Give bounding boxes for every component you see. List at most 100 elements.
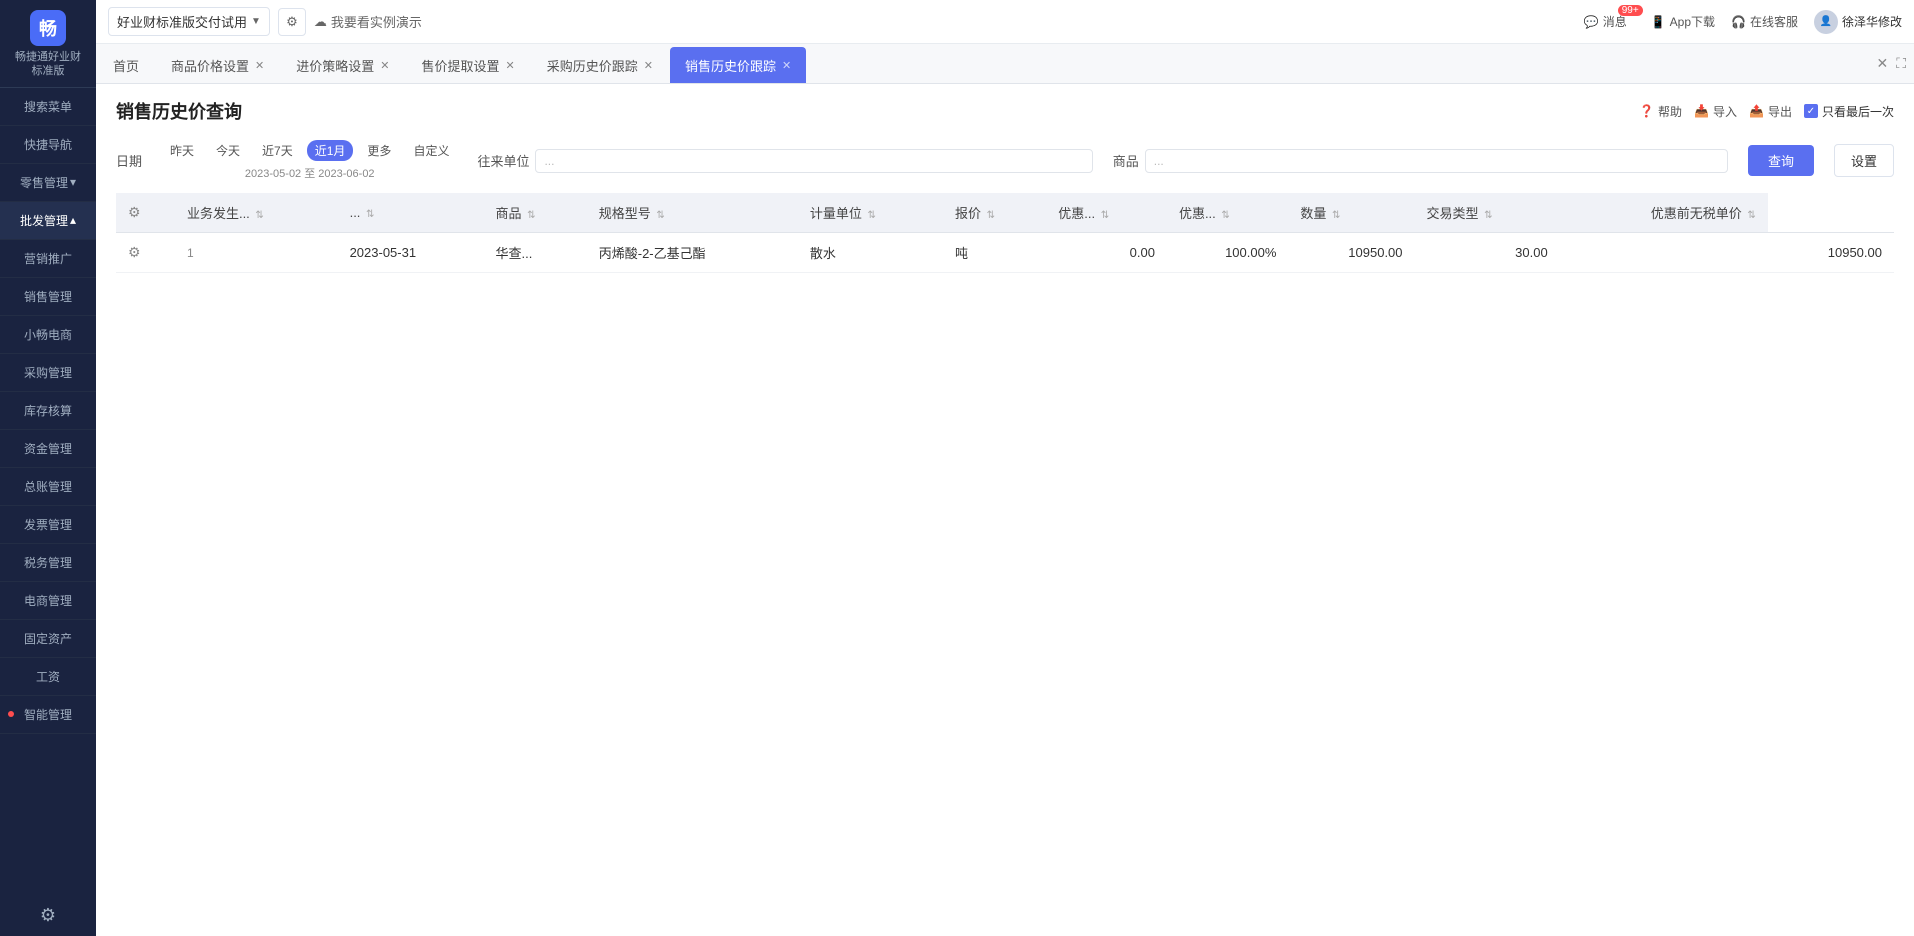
cell-price: 0.00: [1046, 233, 1167, 273]
tab-price-extract[interactable]: 售价提取设置 ✕: [406, 47, 529, 83]
help-icon: ❓: [1639, 104, 1654, 118]
demo-cloud-icon: ☁: [314, 14, 327, 30]
col-trade-type[interactable]: 交易类型 ⇅: [1415, 193, 1560, 233]
col-spec[interactable]: 规格型号 ⇅: [587, 193, 798, 233]
col-product[interactable]: 商品 ⇅: [484, 193, 587, 233]
date-pill-today[interactable]: 今天: [208, 140, 248, 161]
topbar-left: 好业财标准版交付试用 ▼ ⚙ ☁ 我要看实例演示: [108, 7, 1568, 36]
tab-home[interactable]: 首页: [98, 47, 154, 83]
expand-icon: ▾: [70, 175, 76, 189]
export-btn[interactable]: 📤 导出: [1749, 103, 1792, 120]
app-download-icon: 📱: [1651, 15, 1666, 29]
online-service-label: 在线客服: [1750, 13, 1798, 30]
tab-purchase-price[interactable]: 进价策略设置 ✕: [281, 47, 404, 83]
only-last-checkbox[interactable]: ✓ 只看最后一次: [1804, 103, 1894, 120]
message-badge: 99+: [1618, 5, 1643, 16]
date-pill-yesterday[interactable]: 昨天: [162, 140, 202, 161]
col-date[interactable]: 业务发生... ⇅: [175, 193, 338, 233]
product-filter: 商品 ...: [1113, 149, 1728, 173]
import-btn[interactable]: 📥 导入: [1694, 103, 1737, 120]
tab-purchase-price-close[interactable]: ✕: [380, 59, 389, 72]
tab-purchase-price-label: 进价策略设置: [296, 56, 374, 75]
sidebar-item-ecommerce[interactable]: 小畅电商: [0, 316, 96, 354]
tab-price-extract-close[interactable]: ✕: [506, 59, 515, 72]
app-download-btn[interactable]: 📱 App下载: [1651, 13, 1715, 30]
col-discount1[interactable]: 优惠... ⇅: [1046, 193, 1167, 233]
customer-input-group[interactable]: ...: [535, 149, 1092, 173]
cell-num: 1: [175, 233, 338, 273]
date-pill-more[interactable]: 更多: [359, 140, 399, 161]
message-btn[interactable]: 💬 消息 99+: [1576, 13, 1635, 30]
sort-arrows-trade-type: ⇅: [1484, 210, 1492, 221]
expand-icon: ▴: [70, 213, 76, 227]
sidebar-item-inventory[interactable]: 库存核算: [0, 392, 96, 430]
sidebar-item-sales-mgmt[interactable]: 销售管理: [0, 278, 96, 316]
col-pretax-price[interactable]: 优惠前无税单价 ⇅: [1560, 193, 1768, 233]
topbar-settings-btn[interactable]: ⚙: [278, 8, 306, 36]
tab-home-label: 首页: [113, 56, 139, 75]
sidebar-item-finance[interactable]: 资金管理: [0, 430, 96, 468]
module-selector[interactable]: 好业财标准版交付试用 ▼: [108, 7, 270, 36]
cell-extra: 华查...: [484, 233, 587, 273]
tab-product-price[interactable]: 商品价格设置 ✕: [156, 47, 279, 83]
sidebar-item-retail-mgmt[interactable]: 零售管理 ▾: [0, 164, 96, 202]
demo-link[interactable]: ☁ 我要看实例演示: [314, 12, 422, 31]
sidebar-item-purchase-mgmt[interactable]: 采购管理: [0, 354, 96, 392]
only-last-label: 只看最后一次: [1822, 103, 1894, 120]
tab-sales-history[interactable]: 销售历史价跟踪 ✕: [670, 47, 806, 83]
sidebar-item-invoice[interactable]: 发票管理: [0, 506, 96, 544]
sidebar-item-tax[interactable]: 税务管理: [0, 544, 96, 582]
sidebar-bottom: ⚙: [0, 895, 96, 936]
cell-spec: 散水: [798, 233, 943, 273]
col-extra[interactable]: ... ⇅: [338, 193, 484, 233]
date-pill-custom[interactable]: 自定义: [405, 140, 457, 161]
col-quantity[interactable]: 数量 ⇅: [1288, 193, 1414, 233]
cell-gear: ⚙: [116, 233, 175, 273]
user-info[interactable]: 👤 徐泽华修改: [1814, 10, 1902, 34]
sidebar-item-marketing[interactable]: 营销推广: [0, 240, 96, 278]
maximize-window-btn[interactable]: ⛶: [1896, 55, 1906, 72]
import-icon: 📥: [1694, 104, 1709, 118]
sidebar-item-ledger[interactable]: 总账管理: [0, 468, 96, 506]
setting-button[interactable]: 设置: [1834, 144, 1894, 177]
import-label: 导入: [1713, 103, 1737, 120]
sort-arrows-extra: ⇅: [366, 209, 374, 220]
sidebar-item-salary[interactable]: 工资: [0, 658, 96, 696]
sidebar-item-smart-mgmt[interactable]: 智能管理: [0, 696, 96, 734]
date-pill-1month[interactable]: 近1月: [307, 140, 354, 161]
tabbar-actions: ✕ ⛶: [1868, 44, 1914, 83]
col-discount2[interactable]: 优惠... ⇅: [1167, 193, 1288, 233]
sidebar-item-search-menu[interactable]: 搜索菜单: [0, 88, 96, 126]
tab-product-price-label: 商品价格设置: [171, 56, 249, 75]
query-button[interactable]: 查询: [1748, 145, 1814, 176]
cell-unit: 吨: [943, 233, 1046, 273]
app-logo-icon: 畅: [30, 10, 66, 46]
col-gear: ⚙: [116, 193, 175, 233]
sidebar-item-fixed-assets[interactable]: 固定资产: [0, 620, 96, 658]
content-area: 销售历史价查询 ❓ 帮助 📥 导入 📤 导出 ✓: [96, 84, 1914, 936]
export-icon: 📤: [1749, 104, 1764, 118]
date-pill-7days[interactable]: 近7天: [254, 140, 301, 161]
table-body: ⚙ 1 2023-05-31 华查... 丙烯酸-2-乙基己酯 散水 吨 0.0…: [116, 233, 1894, 273]
col-price[interactable]: 报价 ⇅: [943, 193, 1046, 233]
sidebar-item-ec-mgmt[interactable]: 电商管理: [0, 582, 96, 620]
sidebar-settings-icon[interactable]: ⚙: [40, 905, 56, 926]
tabbar: 首页 商品价格设置 ✕ 进价策略设置 ✕ 售价提取设置 ✕ 采购历史价跟踪 ✕ …: [96, 44, 1914, 84]
help-btn[interactable]: ❓ 帮助: [1639, 103, 1682, 120]
close-window-btn[interactable]: ✕: [1876, 55, 1888, 72]
product-input-group[interactable]: ...: [1145, 149, 1728, 173]
tab-sales-history-label: 销售历史价跟踪: [685, 56, 776, 75]
col-unit[interactable]: 计量单位 ⇅: [798, 193, 943, 233]
tab-product-price-close[interactable]: ✕: [255, 59, 264, 72]
date-filters: 昨天 今天 近7天 近1月 更多 自定义 2023-05-02 至 2023-0…: [162, 140, 457, 181]
app-download-label: App下载: [1670, 13, 1715, 30]
sort-arrows-product: ⇅: [527, 210, 535, 221]
tab-sales-history-close[interactable]: ✕: [782, 59, 791, 72]
sidebar-item-quick-nav[interactable]: 快捷导航: [0, 126, 96, 164]
sidebar-item-wholesale-mgmt[interactable]: 批发管理 ▴: [0, 202, 96, 240]
tab-purchase-history[interactable]: 采购历史价跟踪 ✕: [532, 47, 668, 83]
tab-purchase-history-close[interactable]: ✕: [644, 59, 653, 72]
cell-pretax-price: 10950.00: [1768, 233, 1894, 273]
table-header-row: ⚙ 业务发生... ⇅ ... ⇅ 商品 ⇅: [116, 193, 1894, 233]
online-service-btn[interactable]: 🎧 在线客服: [1731, 13, 1798, 30]
